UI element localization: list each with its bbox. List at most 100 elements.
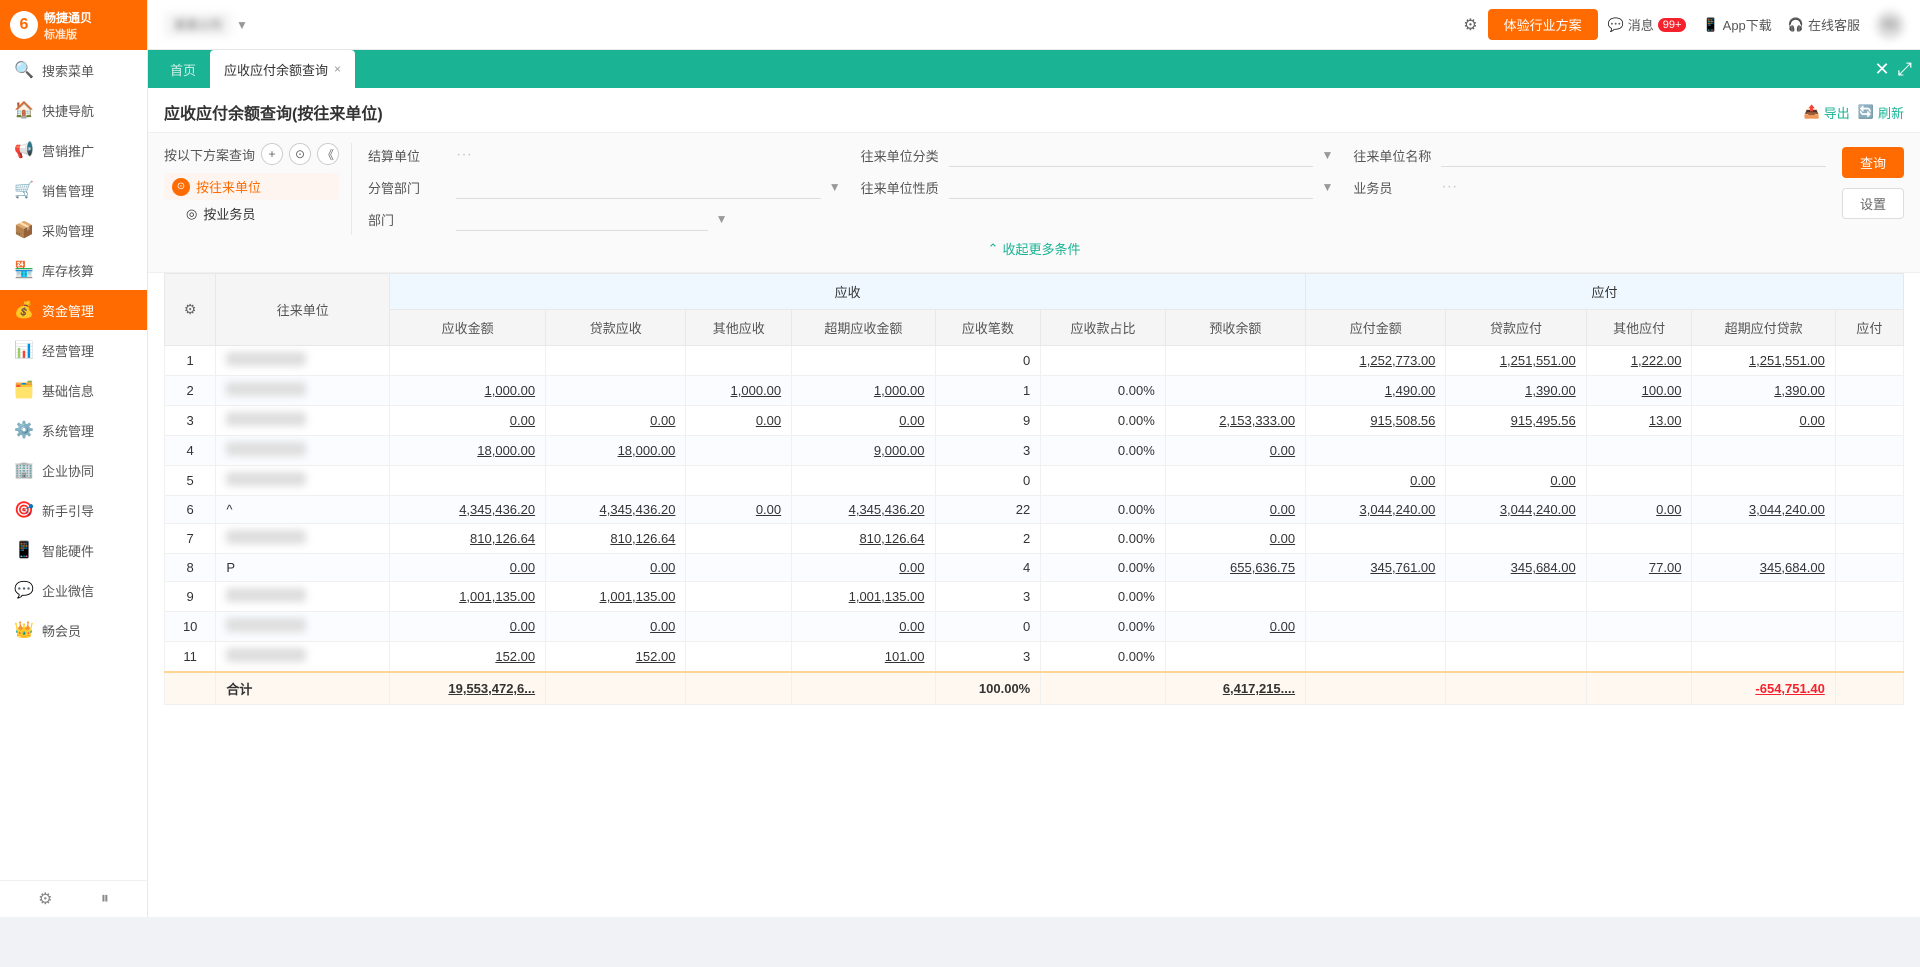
filter-unit-nature-arrow[interactable]: ▼ <box>1321 180 1333 194</box>
row-loan_pay-3[interactable]: 915,495.56 <box>1446 406 1586 436</box>
row-loan_pay-1[interactable]: 1,251,551.00 <box>1446 346 1586 376</box>
table-container[interactable]: ⚙ 往来单位 应收 应付 应收金额 贷款应收 其他应收 超期应收金额 应收笔数 … <box>148 273 1920 917</box>
row-overdue_recv-3[interactable]: 0.00 <box>792 406 935 436</box>
row-loan_recv-11[interactable]: 152.00 <box>546 642 686 673</box>
row-other_pay-3[interactable]: 13.00 <box>1586 406 1692 436</box>
row-prepay_bal-8[interactable]: 655,636.75 <box>1165 554 1305 582</box>
sidebar-collapse-btn[interactable]: ⏸ <box>101 890 109 908</box>
footer-recv-amt[interactable]: 19,553,472,6... <box>390 672 546 705</box>
row-recv_amt-7[interactable]: 810,126.64 <box>390 524 546 554</box>
row-overdue_pay-1[interactable]: 1,251,551.00 <box>1692 346 1835 376</box>
filter-fen-dept-input[interactable] <box>456 175 821 199</box>
sidebar-item-nav[interactable]: 🏠快捷导航 <box>0 90 147 130</box>
tab-report[interactable]: 应收应付余额查询 × <box>210 50 355 88</box>
filter-settings-btn[interactable]: ⊙ <box>289 143 311 165</box>
row-overdue_pay-8[interactable]: 345,684.00 <box>1692 554 1835 582</box>
filter-unit-class-input[interactable] <box>949 143 1314 167</box>
row-loan_recv-3[interactable]: 0.00 <box>546 406 686 436</box>
refresh-button[interactable]: 🔄 刷新 <box>1858 103 1904 122</box>
header-service[interactable]: 🎧 在线客服 <box>1788 15 1860 34</box>
row-overdue_recv-6[interactable]: 4,345,436.20 <box>792 496 935 524</box>
row-overdue_recv-7[interactable]: 810,126.64 <box>792 524 935 554</box>
tab-close-btn[interactable]: ✕ <box>1875 59 1890 80</box>
filter-unit-name-input[interactable] <box>1441 143 1826 167</box>
row-loan_pay-2[interactable]: 1,390.00 <box>1446 376 1586 406</box>
tab-report-close[interactable]: × <box>334 62 341 76</box>
row-other_recv-6[interactable]: 0.00 <box>686 496 792 524</box>
sidebar-item-inventory[interactable]: 🏪库存核算 <box>0 250 147 290</box>
row-overdue_recv-2[interactable]: 1,000.00 <box>792 376 935 406</box>
header-dropdown-arrow[interactable]: ▼ <box>236 18 248 32</box>
row-overdue_recv-10[interactable]: 0.00 <box>792 612 935 642</box>
filter-collapse-btn[interactable]: 《 <box>317 143 339 165</box>
row-recv_amt-9[interactable]: 1,001,135.00 <box>390 582 546 612</box>
row-loan_recv-6[interactable]: 4,345,436.20 <box>546 496 686 524</box>
row-loan_recv-10[interactable]: 0.00 <box>546 612 686 642</box>
row-recv_amt-3[interactable]: 0.00 <box>390 406 546 436</box>
row-overdue_pay-2[interactable]: 1,390.00 <box>1692 376 1835 406</box>
collapse-bar[interactable]: ⌃ 收起更多条件 <box>164 235 1904 262</box>
row-prepay_bal-7[interactable]: 0.00 <box>1165 524 1305 554</box>
row-loan_pay-5[interactable]: 0.00 <box>1446 466 1586 496</box>
row-overdue_pay-6[interactable]: 3,044,240.00 <box>1692 496 1835 524</box>
export-button[interactable]: 📤 导出 <box>1804 103 1850 122</box>
sidebar-item-purchase[interactable]: 📦采购管理 <box>0 210 147 250</box>
filter-by-unit[interactable]: ⊙ 按往来单位 <box>164 173 339 200</box>
row-loan_recv-8[interactable]: 0.00 <box>546 554 686 582</box>
row-pay_amt-5[interactable]: 0.00 <box>1306 466 1446 496</box>
row-pay_amt-8[interactable]: 345,761.00 <box>1306 554 1446 582</box>
row-prepay_bal-3[interactable]: 2,153,333.00 <box>1165 406 1305 436</box>
filter-unit-nature-input[interactable] <box>949 175 1314 199</box>
sidebar-item-guide[interactable]: 🎯新手引导 <box>0 490 147 530</box>
filter-jiesuan-dots[interactable]: ··· <box>456 146 472 164</box>
row-pay_amt-3[interactable]: 915,508.56 <box>1306 406 1446 436</box>
row-recv_amt-8[interactable]: 0.00 <box>390 554 546 582</box>
footer-prepay-bal[interactable]: 6,417,215.... <box>1165 672 1305 705</box>
filter-dept-arrow[interactable]: ▼ <box>716 212 728 226</box>
filter-dept-input[interactable] <box>456 207 708 231</box>
row-overdue_recv-9[interactable]: 1,001,135.00 <box>792 582 935 612</box>
row-loan_pay-6[interactable]: 3,044,240.00 <box>1446 496 1586 524</box>
tab-home[interactable]: 首页 <box>156 50 210 88</box>
th-settings[interactable]: ⚙ <box>165 274 216 346</box>
sidebar-item-marketing[interactable]: 📢营销推广 <box>0 130 147 170</box>
sidebar-item-coop[interactable]: 🏢企业协同 <box>0 450 147 490</box>
row-recv_amt-10[interactable]: 0.00 <box>390 612 546 642</box>
row-recv_amt-11[interactable]: 152.00 <box>390 642 546 673</box>
row-recv_amt-2[interactable]: 1,000.00 <box>390 376 546 406</box>
row-other_recv-3[interactable]: 0.00 <box>686 406 792 436</box>
filter-unit-class-arrow[interactable]: ▼ <box>1321 148 1333 162</box>
sidebar-settings-btn[interactable]: ⚙ <box>38 889 52 909</box>
row-overdue_pay-3[interactable]: 0.00 <box>1692 406 1835 436</box>
sidebar-item-hardware[interactable]: 📱智能硬件 <box>0 530 147 570</box>
row-pay_amt-6[interactable]: 3,044,240.00 <box>1306 496 1446 524</box>
header-gear-icon[interactable]: ⚙ <box>1463 15 1477 35</box>
row-prepay_bal-6[interactable]: 0.00 <box>1165 496 1305 524</box>
row-recv_amt-4[interactable]: 18,000.00 <box>390 436 546 466</box>
row-loan_recv-4[interactable]: 18,000.00 <box>546 436 686 466</box>
row-other_pay-6[interactable]: 0.00 <box>1586 496 1692 524</box>
row-loan_recv-7[interactable]: 810,126.64 <box>546 524 686 554</box>
sidebar-item-capital[interactable]: 💰资金管理 <box>0 290 147 330</box>
filter-add-btn[interactable]: + <box>261 143 283 165</box>
row-recv_amt-6[interactable]: 4,345,436.20 <box>390 496 546 524</box>
row-loan_recv-9[interactable]: 1,001,135.00 <box>546 582 686 612</box>
sidebar-item-system[interactable]: ⚙️系统管理 <box>0 410 147 450</box>
row-loan_pay-8[interactable]: 345,684.00 <box>1446 554 1586 582</box>
user-avatar[interactable]: Rit <box>1876 11 1904 39</box>
sidebar-item-wechat[interactable]: 💬企业微信 <box>0 570 147 610</box>
row-pay_amt-2[interactable]: 1,490.00 <box>1306 376 1446 406</box>
row-overdue_recv-8[interactable]: 0.00 <box>792 554 935 582</box>
row-other_pay-1[interactable]: 1,222.00 <box>1586 346 1692 376</box>
filter-fen-dept-arrow[interactable]: ▼ <box>829 180 841 194</box>
footer-overdue-pay[interactable]: -654,751.40 <box>1692 672 1835 705</box>
row-overdue_recv-11[interactable]: 101.00 <box>792 642 935 673</box>
sidebar-item-member[interactable]: 👑畅会员 <box>0 610 147 650</box>
header-app-download[interactable]: 📱 App下载 <box>1702 15 1771 34</box>
query-button[interactable]: 查询 <box>1842 147 1904 178</box>
row-prepay_bal-4[interactable]: 0.00 <box>1165 436 1305 466</box>
sidebar-item-sales[interactable]: 🛒销售管理 <box>0 170 147 210</box>
tab-fullscreen-btn[interactable]: ⤢ <box>1898 59 1912 80</box>
setting-button[interactable]: 设置 <box>1842 188 1904 219</box>
header-message[interactable]: 💬 消息 99+ <box>1608 15 1687 34</box>
